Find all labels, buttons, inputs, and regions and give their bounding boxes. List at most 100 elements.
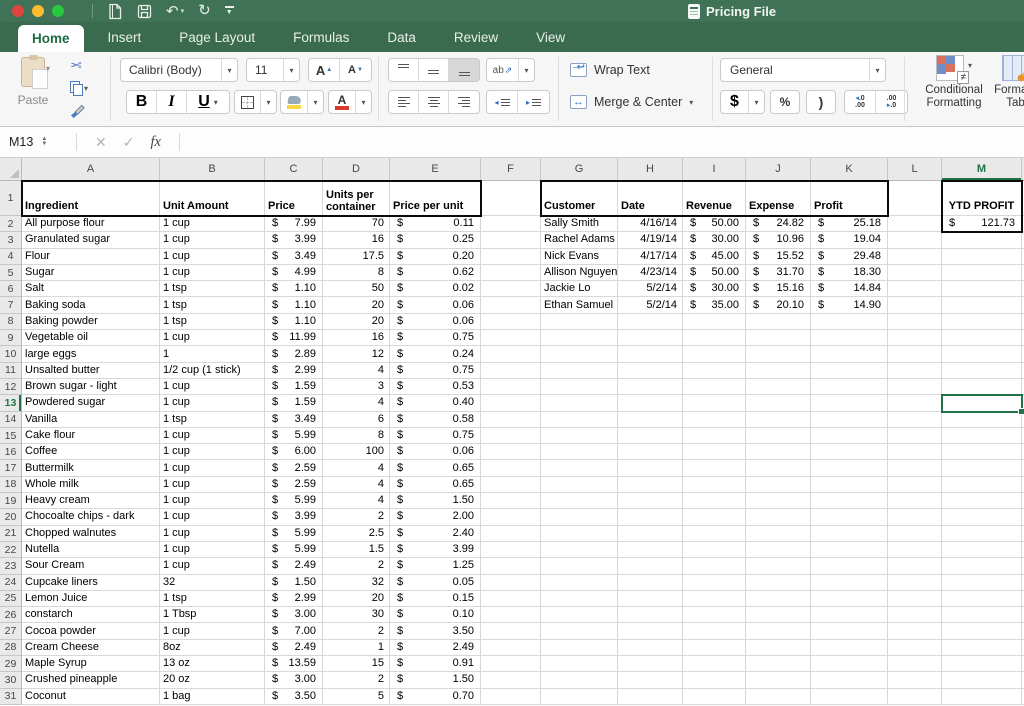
cancel-entry-icon[interactable]: ✕ xyxy=(95,134,107,151)
cell-C11[interactable]: $2.99 xyxy=(265,363,323,379)
cell-K9[interactable] xyxy=(811,330,888,346)
cell-D26[interactable]: 30 xyxy=(323,607,390,623)
cell-M23[interactable] xyxy=(942,558,1022,574)
cell-F26[interactable] xyxy=(481,607,541,623)
format-painter-button[interactable] xyxy=(70,102,96,120)
cell-J26[interactable] xyxy=(746,607,811,623)
cell-M22[interactable] xyxy=(942,542,1022,558)
cell-C7[interactable]: $1.10 xyxy=(265,297,323,313)
cell-M21[interactable] xyxy=(942,526,1022,542)
cell-F29[interactable] xyxy=(481,656,541,672)
cell-J18[interactable] xyxy=(746,477,811,493)
cell-E12[interactable]: $0.53 xyxy=(390,379,481,395)
cell-E11[interactable]: $0.75 xyxy=(390,363,481,379)
cell-I4[interactable]: $45.00 xyxy=(683,249,746,265)
cell-G24[interactable] xyxy=(541,575,618,591)
cell-E5[interactable]: $0.62 xyxy=(390,265,481,281)
cell-F16[interactable] xyxy=(481,444,541,460)
cell-H29[interactable] xyxy=(618,656,683,672)
cell-H27[interactable] xyxy=(618,623,683,639)
align-left-button[interactable] xyxy=(389,91,419,113)
cell-C2[interactable]: $7.99 xyxy=(265,216,323,232)
cell-G18[interactable] xyxy=(541,477,618,493)
column-header-M[interactable]: M xyxy=(942,158,1022,181)
number-format-select[interactable]: General ▾ xyxy=(720,58,886,82)
save-button[interactable] xyxy=(137,4,152,19)
cell-C13[interactable]: $1.59 xyxy=(265,395,323,411)
cell-D28[interactable]: 1 xyxy=(323,640,390,656)
cell-K22[interactable] xyxy=(811,542,888,558)
cell-G20[interactable] xyxy=(541,509,618,525)
cell-H15[interactable] xyxy=(618,428,683,444)
cell-J19[interactable] xyxy=(746,493,811,509)
orientation-button[interactable]: ab ⇗ xyxy=(487,59,519,81)
decrease-decimal-button[interactable]: .00▸.0 xyxy=(876,91,907,113)
cell-M16[interactable] xyxy=(942,444,1022,460)
cell-E6[interactable]: $0.02 xyxy=(390,281,481,297)
cell-A24[interactable]: Cupcake liners xyxy=(22,575,160,591)
cell-G29[interactable] xyxy=(541,656,618,672)
cell-M29[interactable] xyxy=(942,656,1022,672)
cell-C8[interactable]: $1.10 xyxy=(265,314,323,330)
cell-G6[interactable]: Jackie Lo xyxy=(541,281,618,297)
cell-E16[interactable]: $0.06 xyxy=(390,444,481,460)
cell-J25[interactable] xyxy=(746,591,811,607)
cell-I25[interactable] xyxy=(683,591,746,607)
cell-F14[interactable] xyxy=(481,412,541,428)
cell-M18[interactable] xyxy=(942,477,1022,493)
cell-M20[interactable] xyxy=(942,509,1022,525)
cell-C14[interactable]: $3.49 xyxy=(265,412,323,428)
cell-G14[interactable] xyxy=(541,412,618,428)
cell-B19[interactable]: 1 cup xyxy=(160,493,265,509)
cell-D18[interactable]: 4 xyxy=(323,477,390,493)
cell-F30[interactable] xyxy=(481,672,541,688)
cell-K30[interactable] xyxy=(811,672,888,688)
cell-K14[interactable] xyxy=(811,412,888,428)
copy-dropdown[interactable]: ▾ xyxy=(84,84,88,93)
cell-A12[interactable]: Brown sugar - light xyxy=(22,379,160,395)
cell-M1[interactable]: YTD PROFIT xyxy=(942,181,1022,216)
cell-I7[interactable]: $35.00 xyxy=(683,297,746,313)
cell-D3[interactable]: 16 xyxy=(323,232,390,248)
cell-K3[interactable]: $19.04 xyxy=(811,232,888,248)
row-header-10[interactable]: 10 xyxy=(0,346,22,362)
select-all-corner[interactable] xyxy=(0,158,22,181)
cell-H28[interactable] xyxy=(618,640,683,656)
cell-M24[interactable] xyxy=(942,575,1022,591)
cell-E1[interactable]: Price per unit xyxy=(390,181,481,216)
cell-M12[interactable] xyxy=(942,379,1022,395)
cell-C18[interactable]: $2.59 xyxy=(265,477,323,493)
cell-B9[interactable]: 1 cup xyxy=(160,330,265,346)
cell-L28[interactable] xyxy=(888,640,942,656)
cell-D29[interactable]: 15 xyxy=(323,656,390,672)
cell-A21[interactable]: Chopped walnutes xyxy=(22,526,160,542)
fill-color-dropdown[interactable]: ▾ xyxy=(308,91,323,113)
cell-L15[interactable] xyxy=(888,428,942,444)
cell-E19[interactable]: $1.50 xyxy=(390,493,481,509)
cell-E31[interactable]: $0.70 xyxy=(390,689,481,705)
cell-F5[interactable] xyxy=(481,265,541,281)
cell-L30[interactable] xyxy=(888,672,942,688)
cell-G10[interactable] xyxy=(541,346,618,362)
decrease-font-size-button[interactable]: A▼ xyxy=(340,59,371,81)
cell-I17[interactable] xyxy=(683,460,746,476)
align-center-button[interactable] xyxy=(419,91,449,113)
cell-H17[interactable] xyxy=(618,460,683,476)
cell-D8[interactable]: 20 xyxy=(323,314,390,330)
cell-C24[interactable]: $1.50 xyxy=(265,575,323,591)
cell-D22[interactable]: 1.5 xyxy=(323,542,390,558)
cell-J3[interactable]: $10.96 xyxy=(746,232,811,248)
cell-D27[interactable]: 2 xyxy=(323,623,390,639)
cell-B6[interactable]: 1 tsp xyxy=(160,281,265,297)
cell-C1[interactable]: Price xyxy=(265,181,323,216)
cell-L23[interactable] xyxy=(888,558,942,574)
cell-A27[interactable]: Cocoa powder xyxy=(22,623,160,639)
cell-J14[interactable] xyxy=(746,412,811,428)
cell-D20[interactable]: 2 xyxy=(323,509,390,525)
cell-B26[interactable]: 1 Tbsp xyxy=(160,607,265,623)
cell-J6[interactable]: $15.16 xyxy=(746,281,811,297)
cell-H14[interactable] xyxy=(618,412,683,428)
cell-M25[interactable] xyxy=(942,591,1022,607)
cell-D15[interactable]: 8 xyxy=(323,428,390,444)
cell-M13[interactable] xyxy=(942,395,1022,411)
